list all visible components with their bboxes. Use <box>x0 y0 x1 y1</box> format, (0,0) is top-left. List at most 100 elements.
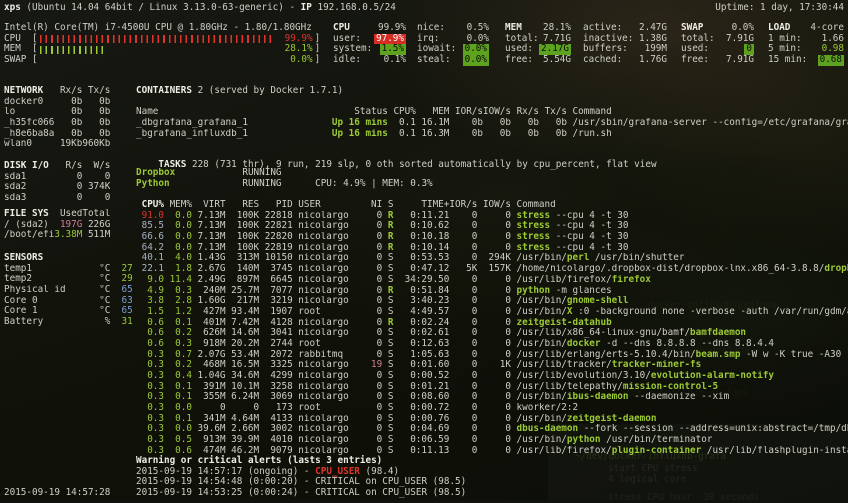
proc-state: S <box>382 307 399 318</box>
container-mem: 16.3M <box>416 129 450 140</box>
proc-iow: 157K <box>477 264 511 275</box>
proc-res: 100K <box>226 221 260 232</box>
network-name: _h35fc066 <box>4 118 54 129</box>
process-row: 0.30.2468M16.5M3325nicolargo19S0:01.6001… <box>136 360 848 371</box>
stat-row: idle:0.1% <box>333 55 406 66</box>
proc-command: /usr/bin/python /usr/bin/terminator <box>511 435 713 446</box>
containers-panel: CONTAINERS 2 (served by Docker 1.7.1) Na… <box>136 86 848 139</box>
proc-user: nicolargo <box>293 382 360 393</box>
proc-cpu: 0.3 <box>136 414 164 425</box>
container-command: /usr/sbin/grafana-server --config=/etc/g… <box>567 118 848 129</box>
process-row: 22.11.82.67G140M3745nicolargo0S0:47.125K… <box>136 264 848 275</box>
network-tx: 0b <box>82 118 110 129</box>
sensor-name: Core 1 <box>4 306 71 317</box>
process-row: 4.90.3240M25.7M7077nicolargo0R0:51.8400p… <box>136 286 848 297</box>
proc-iow: 0 <box>477 328 511 339</box>
proc-command: /usr/bin/ibus-daemon --daemonize --xim <box>511 392 729 403</box>
proc-res: 313M <box>226 253 260 264</box>
proc-ior: 0 <box>449 414 477 425</box>
proc-time: 0:00.52 <box>399 371 449 382</box>
proc-pid: 3219 <box>259 296 293 307</box>
proc-command: stress --cpu 4 -t 30 <box>511 221 629 232</box>
network-tx: 0b <box>82 107 110 118</box>
command-args: /usr/lib/telepathy/ <box>517 382 623 392</box>
proc-res: 10.1M <box>226 382 260 393</box>
sensor-name: Battery <box>4 317 71 328</box>
proc-mem: 0.1 <box>164 414 192 425</box>
proc-iow: 0 <box>477 392 511 403</box>
command-name: ibus-daemon <box>567 392 629 402</box>
cpu-model: Intel(R) Core(TM) i7-4500U CPU @ 1.80GHz… <box>4 23 330 34</box>
glances-terminal[interactable]: xps (Ubuntu 14.04 64bit / Linux 3.13.0-6… <box>0 0 848 500</box>
proc-state: R <box>382 243 399 254</box>
proc-iow: 0 <box>477 414 511 425</box>
sensor-row: temp2°C29 <box>4 274 133 285</box>
containers-title: CONTAINERS <box>136 85 192 96</box>
proc-nice: 0 <box>360 253 382 264</box>
sensor-name: Physical id <box>4 285 71 296</box>
sensor-row: Core 1°C65 <box>4 306 133 317</box>
stat-group-5: LOAD4-core1 min:1.665 min:0.9815 min:0.6… <box>768 23 844 66</box>
proc-nice: 0 <box>360 264 382 275</box>
containers-col-iows: IOW/s <box>483 107 511 118</box>
container-cpu: 0.1 <box>388 129 416 140</box>
proc-state: S <box>382 424 399 435</box>
bar-track: 99.9% <box>38 34 315 45</box>
proc-mem: 1.2 <box>164 307 192 318</box>
proc-nice: 0 <box>360 350 382 361</box>
proc-state: R <box>382 318 399 329</box>
diskio-tx: 374K <box>82 182 110 193</box>
process-col-time: TIME+ <box>399 200 449 211</box>
filesys-title: FILE SYS <box>4 209 54 220</box>
proc-ior: 0 <box>449 446 477 457</box>
stat-label: free: <box>681 55 709 66</box>
process-col-pid: PID <box>259 200 293 211</box>
amp-name: Dropbox <box>136 168 242 179</box>
proc-pid: 22820 <box>259 232 293 243</box>
network-name: docker0 <box>4 97 54 108</box>
proc-iow: 0 <box>477 446 511 457</box>
network-rx: 0b <box>54 129 82 140</box>
process-col-res: RES <box>226 200 260 211</box>
diskio-col-r: R/s <box>54 161 82 172</box>
container-iow: 0b <box>483 118 511 129</box>
command-args: /usr/lib/evolution/3.10/ <box>517 371 651 381</box>
container-iow: 0b <box>483 129 511 140</box>
process-row: 0.30.1391M10.1M3258nicolargo0S0:01.2100/… <box>136 382 848 393</box>
container-status: Up 16 mins <box>304 118 388 129</box>
proc-state: S <box>382 414 399 425</box>
process-row: 0.30.41.04G34.6M4299nicolargo0S0:00.5200… <box>136 371 848 382</box>
proc-mem: 0.0 <box>164 403 192 414</box>
sensor-row: Core 0°C63 <box>4 296 133 307</box>
proc-ior: 0 <box>449 286 477 297</box>
proc-nice: 0 <box>360 296 382 307</box>
proc-mem: 4.0 <box>164 253 192 264</box>
proc-ior: 0 <box>449 339 477 350</box>
sensor-value: 63 <box>110 296 132 307</box>
proc-res: 34.6M <box>226 371 260 382</box>
proc-command: stress --cpu 4 -t 30 <box>511 243 629 254</box>
sensor-unit: °C <box>71 285 110 296</box>
stat-group-1: nice:0.5%irq:0.0%iowait:0.0%steal:0.0% <box>417 23 489 66</box>
stat-label: cached: <box>583 55 622 66</box>
amp-name: Python <box>136 179 242 190</box>
diskio-rx: 0 <box>54 193 82 204</box>
process-row: 1.51.2427M93.4M1907root0S4:49.5700/usr/b… <box>136 307 848 318</box>
proc-state: S <box>382 253 399 264</box>
proc-virt: 2.07G <box>192 350 226 361</box>
proc-time: 0:01.21 <box>399 382 449 393</box>
network-row: docker00b0b <box>4 97 110 108</box>
proc-nice: 0 <box>360 243 382 254</box>
proc-cpu: 0.6 <box>136 328 164 339</box>
filesys-col-total: Total <box>82 209 110 220</box>
stat-label: 15 min: <box>768 55 807 66</box>
process-row: 0.30.1355M6.24M3069nicolargo0S0:08.6000/… <box>136 392 848 403</box>
command-args: /usr/bin/ <box>517 392 567 402</box>
proc-mem: 0.1 <box>164 392 192 403</box>
proc-cpu: 22.1 <box>136 264 164 275</box>
proc-nice: 0 <box>360 424 382 435</box>
filesys-row: / (sda2)197G226G <box>4 220 110 231</box>
diskio-name: sda1 <box>4 172 54 183</box>
proc-command: /usr/bin/gnome-shell <box>511 296 629 307</box>
proc-virt: 427M <box>192 307 226 318</box>
